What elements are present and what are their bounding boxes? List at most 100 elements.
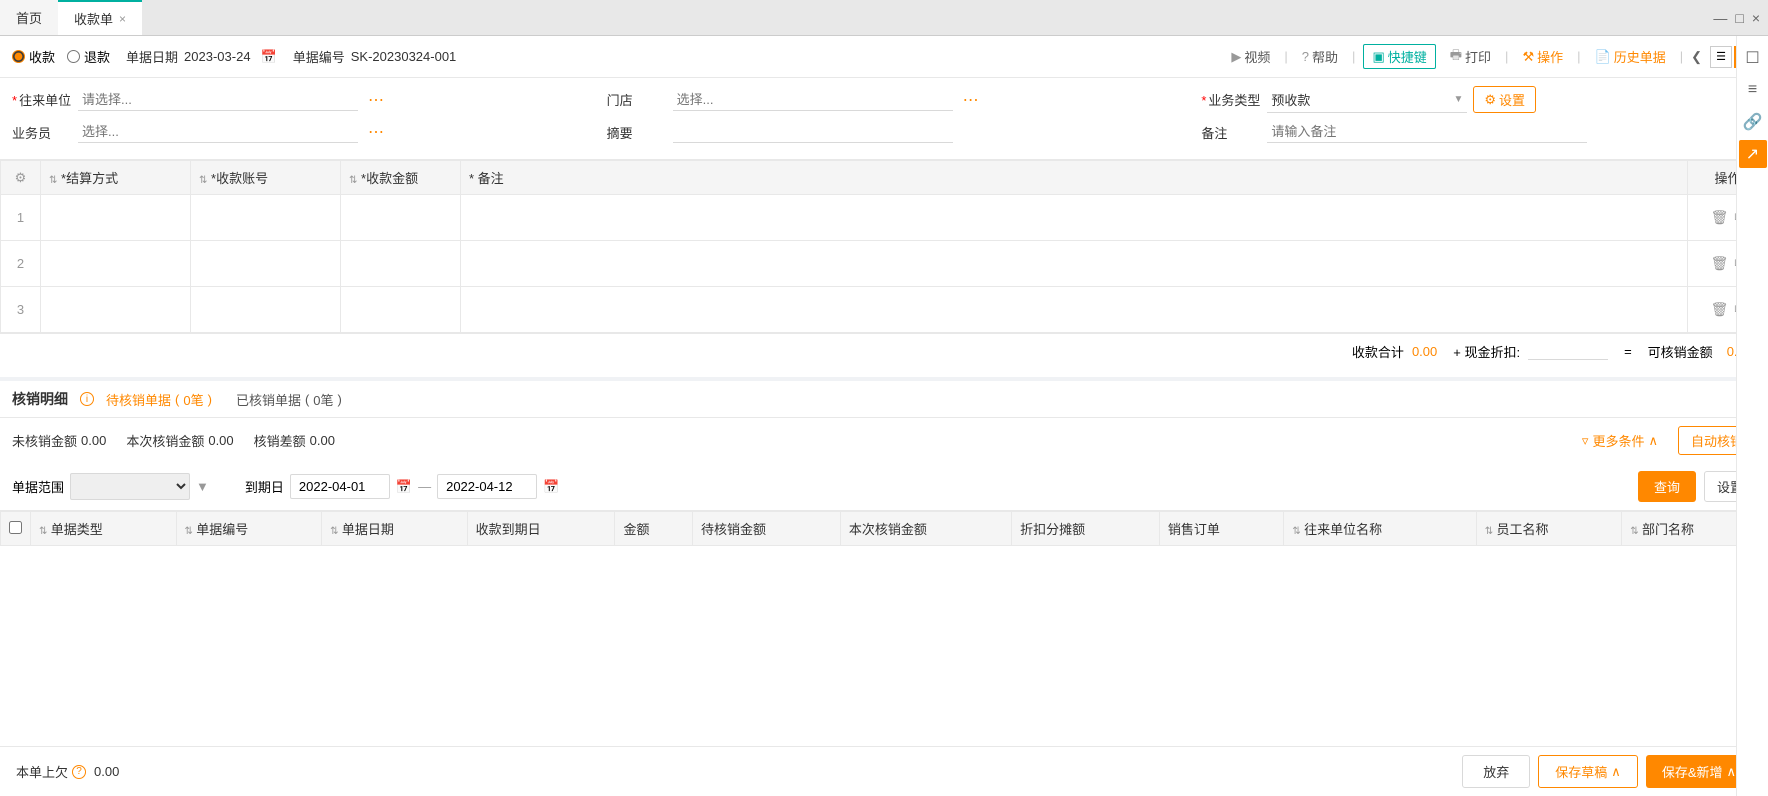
print-btn[interactable]: 🖶 打印 bbox=[1444, 44, 1497, 70]
sort-icon-amount[interactable]: ⇅ bbox=[349, 175, 357, 186]
row-account-1[interactable] bbox=[191, 195, 341, 241]
date-label: 单据日期 bbox=[126, 47, 178, 66]
staff-more-icon[interactable]: ⋯ bbox=[368, 122, 384, 142]
radio-receipt[interactable]: 收款 bbox=[12, 47, 55, 66]
video-btn[interactable]: ▶ 视频 bbox=[1225, 45, 1276, 68]
done-tab[interactable]: 已核销单据 ( 0笔 ) bbox=[236, 390, 342, 409]
delete-row-1-icon[interactable]: 🗑 bbox=[1711, 209, 1729, 226]
row-amount-1[interactable] bbox=[341, 195, 461, 241]
save-draft-btn[interactable]: 保存草稿 ∧ bbox=[1538, 755, 1638, 788]
receipt-type-group: 收款 退款 bbox=[12, 47, 110, 66]
remark-input[interactable] bbox=[1267, 121, 1587, 143]
operation-label: 操作 bbox=[1537, 47, 1563, 66]
help-btn[interactable]: ? 帮助 bbox=[1296, 45, 1344, 68]
counterparty-input[interactable] bbox=[78, 89, 358, 111]
settings-btn[interactable]: ⚙ 设置 bbox=[1473, 86, 1536, 113]
delete-row-3-icon[interactable]: 🗑 bbox=[1711, 301, 1729, 318]
summary-group: 摘要 bbox=[607, 121, 1162, 143]
tab-close-icon[interactable]: × bbox=[119, 12, 126, 26]
more-conditions-btn[interactable]: ▿ 更多条件 ∧ bbox=[1582, 431, 1658, 450]
form-fields: 往来单位 ⋯ 门店 ⋯ 业务类型 预收款 ▼ bbox=[0, 78, 1768, 160]
radio-refund[interactable]: 退款 bbox=[67, 47, 110, 66]
window-min-btn[interactable]: — bbox=[1713, 10, 1727, 26]
done-count-open: ( bbox=[305, 392, 309, 407]
done-count-close: ) bbox=[338, 392, 342, 407]
range-select[interactable] bbox=[70, 473, 190, 500]
row-remark-2[interactable] bbox=[461, 241, 1688, 287]
sort-doc-type[interactable]: ⇅ bbox=[39, 526, 47, 537]
view-list-icon[interactable]: ☰ bbox=[1710, 46, 1732, 68]
counterparty-more-icon[interactable]: ⋯ bbox=[368, 90, 384, 110]
row-remark-1[interactable] bbox=[461, 195, 1688, 241]
verification-stats: 未核销金额 0.00 本次核销金额 0.00 核销差额 0.00 ▿ 更多条件 … bbox=[0, 418, 1768, 463]
calendar-from-icon[interactable]: 📅 bbox=[396, 479, 412, 495]
calendar-icon[interactable]: 📅 bbox=[261, 49, 277, 65]
delete-row-2-icon[interactable]: 🗑 bbox=[1711, 255, 1729, 272]
col-settle-header: ⇅ *结算方式 bbox=[41, 161, 191, 195]
business-type-select[interactable]: 预收款 ▼ bbox=[1267, 87, 1467, 113]
due-date-from[interactable] bbox=[290, 474, 390, 499]
shortcut-btn[interactable]: ▣ 快捷键 bbox=[1363, 44, 1435, 69]
tab-receipt-label: 收款单 bbox=[74, 9, 113, 28]
pending-tab-label: 待核销单据 bbox=[106, 390, 171, 409]
row-settle-2[interactable] bbox=[41, 241, 191, 287]
table-settings-icon[interactable]: ⚙ bbox=[1, 161, 41, 195]
date-value: 2023-03-24 bbox=[184, 49, 251, 64]
unverified-value: 0.00 bbox=[81, 433, 106, 448]
verification-scroll: ⇅ 单据类型 ⇅ 单据编号 ⇅ 单据日期 bbox=[0, 511, 1768, 746]
summary-input[interactable] bbox=[673, 121, 953, 143]
query-btn[interactable]: 查询 bbox=[1638, 471, 1696, 502]
remark-group: 备注 bbox=[1201, 121, 1756, 143]
store-more-icon[interactable]: ⋯ bbox=[963, 90, 979, 110]
net-label: 可核销金额 bbox=[1648, 342, 1713, 361]
sort-icon-settle[interactable]: ⇅ bbox=[49, 175, 57, 186]
row-account-3[interactable] bbox=[191, 287, 341, 333]
verification-info-icon[interactable]: i bbox=[80, 392, 94, 406]
row-remark-3[interactable] bbox=[461, 287, 1688, 333]
sidebar-table-icon[interactable]: ☐ bbox=[1739, 44, 1767, 72]
row-account-2[interactable] bbox=[191, 241, 341, 287]
sort-icon-account[interactable]: ⇅ bbox=[199, 175, 207, 186]
row-amount-2[interactable] bbox=[341, 241, 461, 287]
sidebar-link-icon[interactable]: 🔗 bbox=[1739, 108, 1767, 136]
sidebar-list-icon[interactable]: ≡ bbox=[1739, 76, 1767, 104]
sort-staff[interactable]: ⇅ bbox=[1485, 526, 1493, 537]
history-btn[interactable]: 📄 历史单据 bbox=[1589, 45, 1672, 68]
discount-input[interactable] bbox=[1528, 344, 1608, 360]
row-settle-3[interactable] bbox=[41, 287, 191, 333]
sort-doc-no[interactable]: ⇅ bbox=[185, 526, 193, 537]
due-date-to[interactable] bbox=[437, 474, 537, 499]
sort-dept[interactable]: ⇅ bbox=[1630, 526, 1638, 537]
select-all-checkbox[interactable] bbox=[9, 521, 22, 534]
sidebar-expand-icon[interactable]: ↗ bbox=[1739, 140, 1767, 168]
staff-input[interactable] bbox=[78, 121, 358, 143]
bill-info-icon[interactable]: ? bbox=[72, 765, 86, 779]
range-dropdown-icon[interactable]: ▼ bbox=[196, 479, 209, 494]
row-amount-3[interactable] bbox=[341, 287, 461, 333]
verification-section: 核销明细 i 待核销单据 ( 0笔 ) 已核销单据 ( 0笔 ) 未核销金额 bbox=[0, 377, 1768, 746]
done-count-val: 0笔 bbox=[313, 390, 333, 409]
window-close-btn[interactable]: × bbox=[1752, 10, 1760, 26]
radio-receipt-label: 收款 bbox=[29, 47, 55, 66]
bottom-bar: 本单上欠 ? 0.00 放弃 保存草稿 ∧ 保存&新增 ∧ bbox=[0, 746, 1768, 796]
pending-tab[interactable]: 待核销单据 ( 0笔 ) bbox=[106, 390, 212, 409]
due-label: 到期日 bbox=[245, 477, 284, 496]
total-label: 收款合计 bbox=[1352, 342, 1404, 361]
window-max-btn[interactable]: □ bbox=[1735, 10, 1743, 26]
remark-label: 备注 bbox=[1201, 123, 1261, 142]
radio-refund-input[interactable] bbox=[67, 50, 80, 63]
store-input[interactable] bbox=[673, 89, 953, 111]
sort-counterparty[interactable]: ⇅ bbox=[1292, 526, 1300, 537]
calendar-to-icon[interactable]: 📅 bbox=[543, 479, 559, 495]
operation-btn[interactable]: ⚒ 操作 bbox=[1516, 45, 1569, 68]
sort-doc-date[interactable]: ⇅ bbox=[330, 526, 338, 537]
counterparty-group: 往来单位 ⋯ bbox=[12, 89, 567, 111]
tab-receipt[interactable]: 收款单 × bbox=[58, 0, 142, 35]
prev-nav-icon[interactable]: ❮ bbox=[1691, 49, 1702, 65]
store-label: 门店 bbox=[607, 90, 667, 109]
tab-home[interactable]: 首页 bbox=[0, 0, 58, 35]
abandon-btn[interactable]: 放弃 bbox=[1462, 755, 1530, 788]
radio-receipt-input[interactable] bbox=[12, 50, 25, 63]
row-settle-1[interactable] bbox=[41, 195, 191, 241]
history-label: 历史单据 bbox=[1614, 47, 1666, 66]
